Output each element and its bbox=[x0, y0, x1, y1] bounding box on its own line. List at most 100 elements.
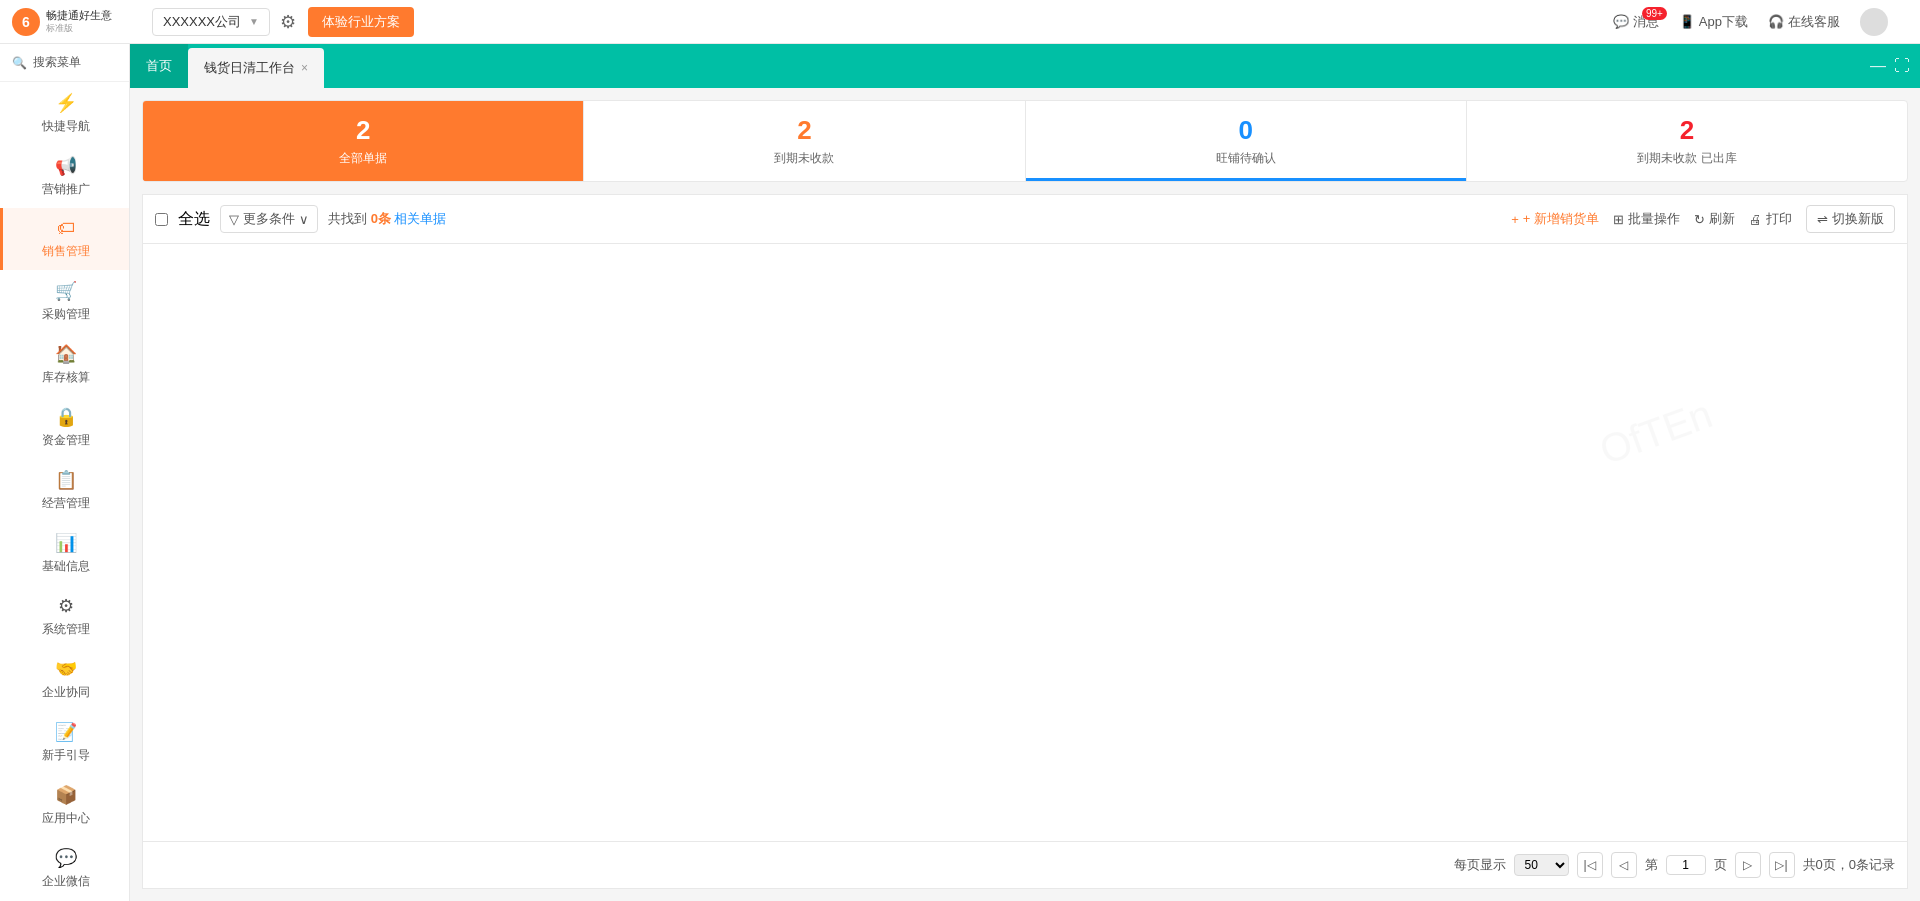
sidebar-item-app-center[interactable]: 📦 应用中心 bbox=[0, 774, 129, 837]
tab-workbench[interactable]: 钱货日清工作台 × bbox=[188, 48, 324, 88]
chevron-down-icon: ∨ bbox=[299, 212, 309, 227]
stat-card-overdue[interactable]: 2 到期未收款 bbox=[584, 101, 1025, 181]
batch-operation-button[interactable]: ⊞ 批量操作 bbox=[1613, 210, 1680, 228]
sidebar: 🔍 搜索菜单 ⚡ 快捷导航 📢 营销推广 🏷 销售管理 🛒 采购管理 🏠 库存核… bbox=[0, 44, 130, 901]
message-btn[interactable]: 💬 消息 99+ bbox=[1613, 13, 1659, 31]
app-title: 畅捷通好生意 bbox=[46, 8, 112, 22]
sidebar-item-sales[interactable]: 🏷 销售管理 bbox=[0, 208, 129, 270]
beginner-icon: 📝 bbox=[55, 721, 77, 743]
per-page-select[interactable]: 50 100 200 bbox=[1514, 854, 1569, 876]
stats-row: 2 全部单据 2 到期未收款 0 旺铺待确认 2 到期未收款 已出库 bbox=[142, 100, 1908, 182]
batch-icon: ⊞ bbox=[1613, 212, 1624, 227]
filter-icon: ▽ bbox=[229, 212, 239, 227]
avatar[interactable] bbox=[1860, 8, 1888, 36]
page-body: 2 全部单据 2 到期未收款 0 旺铺待确认 2 到期未收款 已出库 bbox=[130, 88, 1920, 901]
print-icon: 🖨 bbox=[1749, 212, 1762, 227]
select-all-checkbox[interactable] bbox=[155, 213, 168, 226]
table-area: OfTEn bbox=[142, 243, 1908, 842]
main-content: 首页 钱货日清工作台 × — ⛶ 2 全部单据 2 到期未收款 bbox=[130, 44, 1920, 901]
search-menu[interactable]: 🔍 搜索菜单 bbox=[0, 44, 129, 82]
message-badge: 99+ bbox=[1642, 7, 1667, 20]
system-icon: ⚙ bbox=[58, 595, 74, 617]
tab-minimize-button[interactable]: — bbox=[1870, 57, 1886, 75]
page-last-button[interactable]: ▷| bbox=[1769, 852, 1795, 878]
top-header: 6 畅捷通好生意 标准版 XXXXXX公司 ▼ ⚙ 体验行业方案 💬 消息 99… bbox=[0, 0, 1920, 44]
app-center-icon: 📦 bbox=[55, 784, 77, 806]
found-count: 0条 bbox=[371, 211, 391, 226]
header-right: 💬 消息 99+ 📱 App下载 🎧 在线客服 bbox=[1613, 8, 1908, 36]
stat-label-shipped: 到期未收款 已出库 bbox=[1637, 150, 1736, 167]
page-next-button[interactable]: ▷ bbox=[1735, 852, 1761, 878]
operation-icon: 📋 bbox=[55, 469, 77, 491]
switch-new-version-button[interactable]: ⇌ 切换新版 bbox=[1806, 205, 1895, 233]
tab-bar-actions: — ⛶ bbox=[1870, 57, 1920, 75]
tab-home[interactable]: 首页 bbox=[130, 44, 188, 88]
page-first-button[interactable]: |◁ bbox=[1577, 852, 1603, 878]
sidebar-item-marketing[interactable]: 📢 营销推广 bbox=[0, 145, 129, 208]
total-label: 共0页，0条记录 bbox=[1803, 856, 1895, 874]
tab-close-icon[interactable]: × bbox=[301, 61, 308, 75]
sidebar-item-operation[interactable]: 📋 经营管理 bbox=[0, 459, 129, 522]
add-sales-order-button[interactable]: + + 新增销货单 bbox=[1511, 210, 1599, 228]
toolbar-right: + + 新增销货单 ⊞ 批量操作 ↻ 刷新 🖨 打印 bbox=[1511, 205, 1895, 233]
stat-card-pending[interactable]: 0 旺铺待确认 bbox=[1026, 101, 1467, 181]
stat-label-pending: 旺铺待确认 bbox=[1216, 150, 1276, 167]
tab-bar: 首页 钱货日清工作台 × — ⛶ bbox=[130, 44, 1920, 88]
page-number-input[interactable] bbox=[1666, 855, 1706, 875]
wechat-icon: 💬 bbox=[55, 847, 77, 869]
print-button[interactable]: 🖨 打印 bbox=[1749, 210, 1792, 228]
sidebar-item-enterprise[interactable]: 🤝 企业协同 bbox=[0, 648, 129, 711]
refresh-icon: ↻ bbox=[1694, 212, 1705, 227]
service-icon: 🎧 bbox=[1768, 14, 1784, 29]
experience-button[interactable]: 体验行业方案 bbox=[308, 7, 414, 37]
select-all-label: 全选 bbox=[178, 209, 210, 230]
marketing-icon: 📢 bbox=[55, 155, 77, 177]
finance-icon: 🔒 bbox=[55, 406, 77, 428]
sales-icon: 🏷 bbox=[57, 218, 75, 239]
company-selector[interactable]: XXXXXX公司 ▼ bbox=[152, 8, 270, 36]
stat-card-all[interactable]: 2 全部单据 bbox=[143, 101, 584, 181]
sidebar-item-quick-nav[interactable]: ⚡ 快捷导航 bbox=[0, 82, 129, 145]
sidebar-item-purchase[interactable]: 🛒 采购管理 bbox=[0, 270, 129, 333]
settings-icon[interactable]: ⚙ bbox=[280, 11, 296, 33]
enterprise-icon: 🤝 bbox=[55, 658, 77, 680]
chevron-down-icon: ▼ bbox=[249, 16, 259, 27]
main-layout: 🔍 搜索菜单 ⚡ 快捷导航 📢 营销推广 🏷 销售管理 🛒 采购管理 🏠 库存核… bbox=[0, 44, 1920, 901]
sidebar-item-basic-info[interactable]: 📊 基础信息 bbox=[0, 522, 129, 585]
stat-card-shipped[interactable]: 2 到期未收款 已出库 bbox=[1467, 101, 1907, 181]
purchase-icon: 🛒 bbox=[55, 280, 77, 302]
stat-underline-all bbox=[143, 178, 583, 181]
online-service-btn[interactable]: 🎧 在线客服 bbox=[1768, 13, 1840, 31]
page-label: 第 bbox=[1645, 856, 1658, 874]
sidebar-item-beginner[interactable]: 📝 新手引导 bbox=[0, 711, 129, 774]
sidebar-item-wechat[interactable]: 💬 企业微信 bbox=[0, 837, 129, 900]
switch-icon: ⇌ bbox=[1817, 212, 1828, 227]
quick-nav-icon: ⚡ bbox=[55, 92, 77, 114]
refresh-button[interactable]: ↻ 刷新 bbox=[1694, 210, 1735, 228]
basic-info-icon: 📊 bbox=[55, 532, 77, 554]
stat-num-pending: 0 bbox=[1238, 115, 1252, 146]
company-name: XXXXXX公司 bbox=[163, 13, 241, 31]
pagination-bar: 每页显示 50 100 200 |◁ ◁ 第 页 ▷ ▷| 共0页，0条记录 bbox=[142, 842, 1908, 889]
sidebar-item-finance[interactable]: 🔒 资金管理 bbox=[0, 396, 129, 459]
logo-icon: 6 bbox=[12, 8, 40, 36]
toolbar: 全选 ▽ 更多条件 ∨ 共找到 0条 相关单据 + + 新增销货单 ⊞ bbox=[142, 194, 1908, 243]
sidebar-item-inventory[interactable]: 🏠 库存核算 bbox=[0, 333, 129, 396]
tab-maximize-button[interactable]: ⛶ bbox=[1894, 57, 1910, 75]
plus-icon: + bbox=[1511, 212, 1519, 227]
app-badge: 标准版 bbox=[46, 22, 112, 35]
stat-num-overdue: 2 bbox=[797, 115, 811, 146]
stat-label-all: 全部单据 bbox=[339, 150, 387, 167]
message-icon: 💬 bbox=[1613, 14, 1629, 29]
stat-num-shipped: 2 bbox=[1680, 115, 1694, 146]
logo-area: 6 畅捷通好生意 标准版 bbox=[12, 8, 142, 36]
sidebar-item-system[interactable]: ⚙ 系统管理 bbox=[0, 585, 129, 648]
download-icon: 📱 bbox=[1679, 14, 1695, 29]
app-download-btn[interactable]: 📱 App下载 bbox=[1679, 13, 1748, 31]
stat-underline-pending bbox=[1026, 178, 1466, 181]
inventory-icon: 🏠 bbox=[55, 343, 77, 365]
page-prev-button[interactable]: ◁ bbox=[1611, 852, 1637, 878]
filter-button[interactable]: ▽ 更多条件 ∨ bbox=[220, 205, 318, 233]
found-text: 共找到 0条 相关单据 bbox=[328, 210, 446, 228]
related-records-link[interactable]: 相关单据 bbox=[394, 211, 446, 226]
